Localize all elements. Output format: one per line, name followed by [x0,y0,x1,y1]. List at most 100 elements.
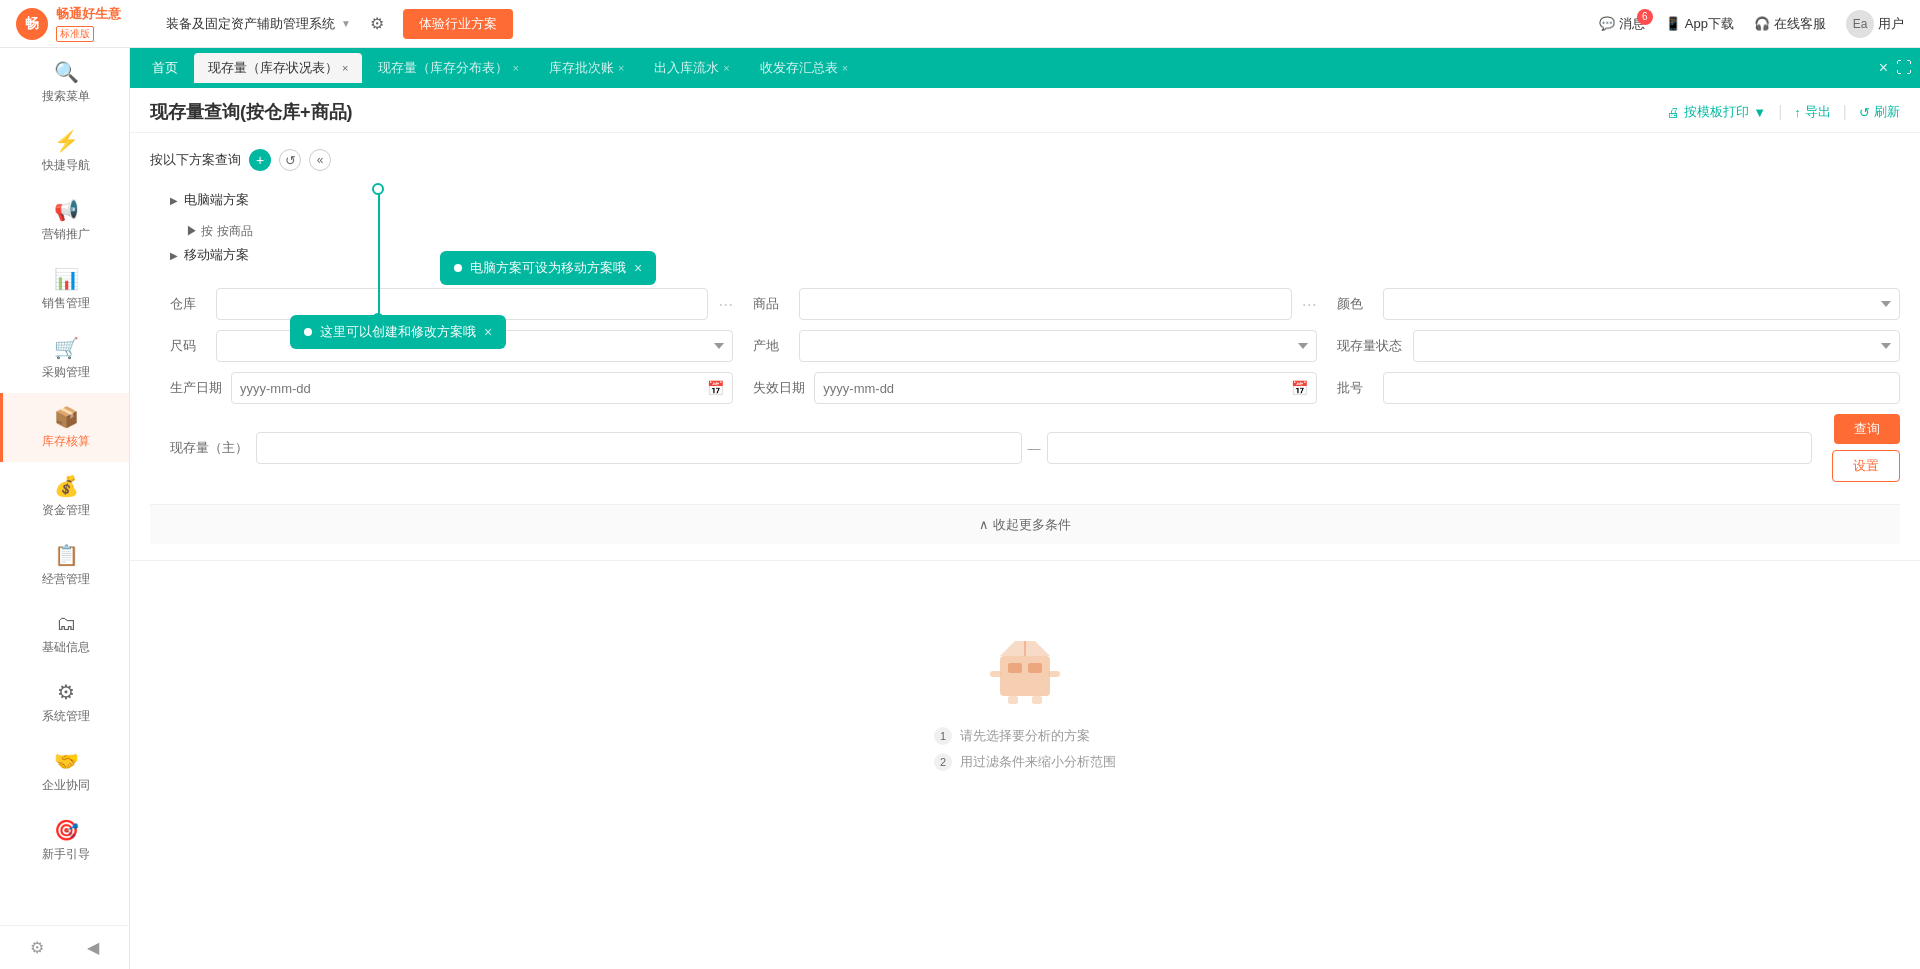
tooltip-dot [304,328,312,336]
filter-row-3: 生产日期 📅 失效日期 📅 [170,372,1900,404]
goods-field: 商品 ··· [753,288,1316,320]
expiry-date-input[interactable] [823,381,1286,396]
svg-rect-1 [1008,663,1022,673]
tab-close-icon[interactable]: × [618,62,624,74]
chevron-down-icon: ▼ [1753,105,1766,120]
header-middle: 装备及固定资产辅助管理系统 ▼ ⚙ 体验行业方案 [146,9,1599,39]
tooltip2-close-button[interactable]: × [484,324,492,340]
filter-arrow-button[interactable]: « [309,149,331,171]
collapse-bar[interactable]: ∧ 收起更多条件 [150,504,1900,544]
logo-area: 畅 畅通好生意 标准版 [16,5,146,42]
quicknav-icon: ⚡ [54,129,79,153]
print-icon: 🖨 [1667,105,1680,120]
chevron-down-icon: ▼ [341,18,351,29]
batch-input[interactable] [1383,372,1900,404]
filter-add-button[interactable]: + [249,149,271,171]
scheme-mobile-header[interactable]: ▶ 移动端方案 [170,242,1900,268]
sidebar-item-system[interactable]: ⚙ 系统管理 [0,668,129,737]
messages-button[interactable]: 💬 消息 6 [1599,15,1645,33]
filter-refresh-button[interactable]: ↺ [279,149,301,171]
expand-icon: ▶ [186,224,198,238]
newbie-icon: 🎯 [54,818,79,842]
tab-inventory-batch[interactable]: 库存批次账 × [535,53,638,83]
reset-button[interactable]: 设置 [1832,450,1900,482]
sidebar-item-operations[interactable]: 📋 经营管理 [0,531,129,600]
tab-close-all-button[interactable]: × [1879,59,1888,77]
filter-header: 按以下方案查询 + ↺ « [150,149,1900,171]
sidebar-item-finance[interactable]: 💰 资金管理 [0,462,129,531]
scheme-desktop-header[interactable]: ▶ 电脑端方案 [170,187,1900,213]
tab-close-icon[interactable]: × [842,62,848,74]
sidebar-collapse-button[interactable]: ◀ [87,938,99,957]
user-name: 用户 [1878,15,1904,33]
tip-num-2: 2 [934,753,952,771]
goods-input[interactable] [799,288,1291,320]
top-header: 畅 畅通好生意 标准版 装备及固定资产辅助管理系统 ▼ ⚙ 体验行业方案 💬 消… [0,0,1920,48]
svg-rect-6 [1008,696,1018,704]
filter-row-4: 现存量（主） — 查询 设置 [170,414,1900,482]
system-selector[interactable]: 装备及固定资产辅助管理系统 ▼ [166,15,351,33]
stock-min-input[interactable] [256,432,1022,464]
operations-icon: 📋 [54,543,79,567]
stock-max-input[interactable] [1047,432,1813,464]
origin-select[interactable] [799,330,1316,362]
empty-state: 1 请先选择要分析的方案 2 用过滤条件来缩小分析范围 [130,561,1920,831]
sidebar-item-enterprise[interactable]: 🤝 企业协同 [0,737,129,806]
goods-dots-icon[interactable]: ··· [1302,294,1317,315]
tab-home[interactable]: 首页 [138,53,192,83]
empty-tip-2: 2 用过滤条件来缩小分析范围 [934,753,1116,771]
tab-stock-flow[interactable]: 出入库流水 × [640,53,743,83]
sales-icon: 📊 [54,267,79,291]
page-content: 现存量查询(按仓库+商品) 🖨 按模板打印 ▼ | ↑ 导出 | ↺ [130,88,1920,969]
tab-bar: 首页 现存量（库存状况表） × 现存量（库存分布表） × 库存批次账 × 出入库… [130,48,1920,88]
stock-main-field: 现存量（主） — [170,432,1812,464]
production-date-input[interactable] [240,381,703,396]
collapse-button[interactable]: ∧ 收起更多条件 [979,516,1071,534]
svg-rect-4 [990,671,1002,677]
query-button[interactable]: 查询 [1834,414,1900,444]
sidebar: 🔍 搜索菜单 ⚡ 快捷导航 📢 营销推广 📊 销售管理 🛒 采购管理 📦 库存核… [0,48,130,969]
tab-inventory-distribution[interactable]: 现存量（库存分布表） × [364,53,532,83]
sidebar-item-sales[interactable]: 📊 销售管理 [0,255,129,324]
online-support-button[interactable]: 🎧 在线客服 [1754,15,1826,33]
sidebar-item-search[interactable]: 🔍 搜索菜单 [0,48,129,117]
svg-rect-0 [1000,656,1050,696]
expand-icon: ▶ [170,195,178,206]
sidebar-item-purchase[interactable]: 🛒 采购管理 [0,324,129,393]
color-select[interactable] [1383,288,1900,320]
stock-status-select[interactable] [1413,330,1900,362]
settings-button[interactable]: ⚙ [363,10,391,38]
tab-close-icon[interactable]: × [723,62,729,74]
sidebar-item-inventory[interactable]: 📦 库存核算 [0,393,129,462]
tooltip1-close-button[interactable]: × [634,260,642,276]
tab-close-icon[interactable]: × [512,62,518,74]
tab-inventory-status[interactable]: 现存量（库存状况表） × [194,53,362,83]
industry-button[interactable]: 体验行业方案 [403,9,513,39]
sidebar-item-newbie[interactable]: 🎯 新手引导 [0,806,129,875]
sidebar-item-marketing[interactable]: 📢 营销推广 [0,186,129,255]
sidebar-item-quicknav[interactable]: ⚡ 快捷导航 [0,117,129,186]
finance-icon: 💰 [54,474,79,498]
export-button[interactable]: ↑ 导出 [1794,103,1831,121]
scheme-sub-item[interactable]: ▶ 按 按商品 [186,221,1900,242]
warehouse-dots-icon[interactable]: ··· [718,294,733,315]
tab-receive-summary[interactable]: 收发存汇总表 × [746,53,862,83]
logo-text: 畅通好生意 标准版 [56,5,121,42]
calendar-icon[interactable]: 📅 [707,380,724,396]
connector-dot-top [372,183,384,195]
tab-maximize-button[interactable]: ⛶ [1896,59,1912,77]
batch-field: 批号 [1337,372,1900,404]
main-layout: 🔍 搜索菜单 ⚡ 快捷导航 📢 营销推广 📊 销售管理 🛒 采购管理 📦 库存核… [0,48,1920,969]
refresh-button[interactable]: ↺ 刷新 [1859,103,1900,121]
empty-tip-1: 1 请先选择要分析的方案 [934,727,1116,745]
tab-close-icon[interactable]: × [342,62,348,74]
sidebar-settings-button[interactable]: ⚙ [30,938,44,957]
user-menu[interactable]: Ea 用户 [1846,10,1904,38]
template-print-button[interactable]: 🖨 按模板打印 ▼ [1667,103,1766,121]
expand-icon: ▶ [170,250,178,261]
calendar-icon[interactable]: 📅 [1291,380,1308,396]
app-download-button[interactable]: 📱 App下载 [1665,15,1734,33]
empty-tips: 1 请先选择要分析的方案 2 用过滤条件来缩小分析范围 [934,727,1116,771]
export-icon: ↑ [1794,105,1801,120]
sidebar-item-basic[interactable]: 🗂 基础信息 [0,600,129,668]
